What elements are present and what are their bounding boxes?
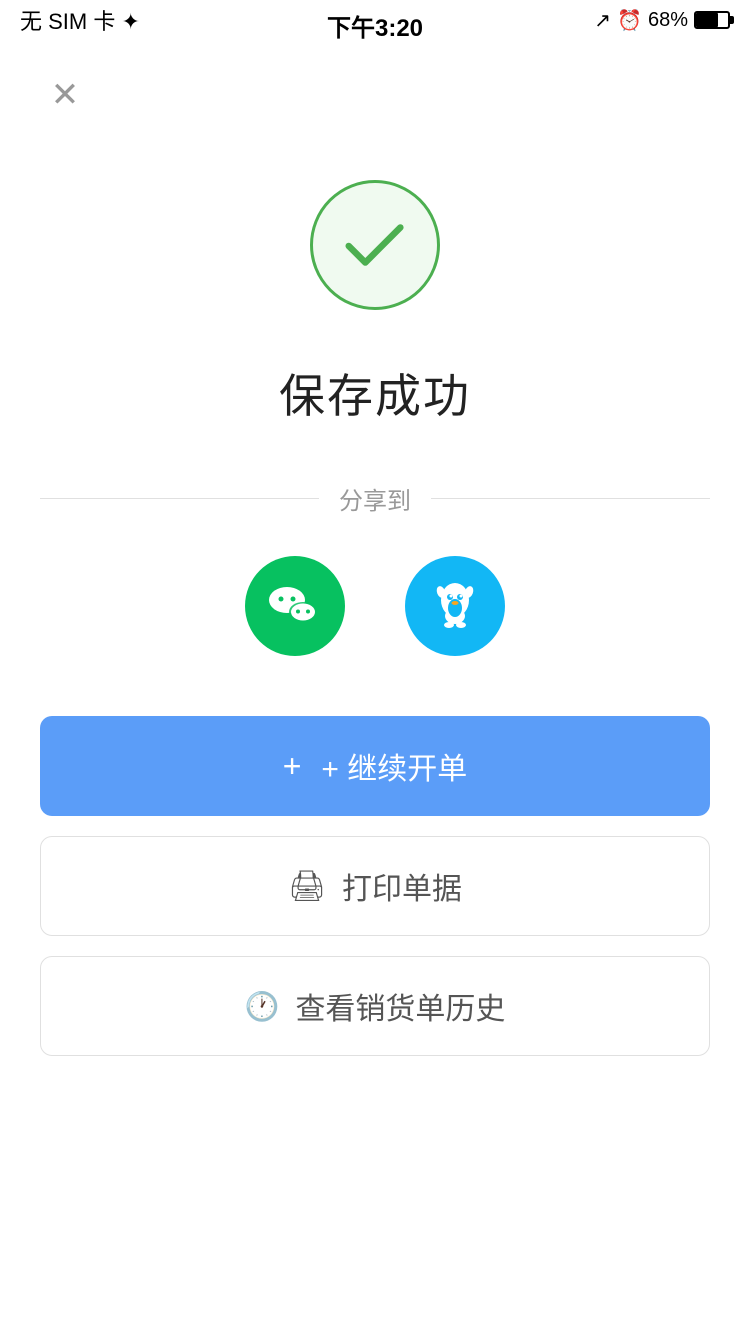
history-button[interactable]: 🕐 查看销货单历史 [40, 956, 710, 1056]
share-section: 分享到 [40, 481, 710, 656]
print-icon: 🖨 [288, 869, 326, 904]
close-area: ✕ [0, 40, 750, 120]
share-label: 分享到 [339, 481, 411, 516]
clock-icon: 🕐 [245, 990, 280, 1023]
divider-left [40, 498, 319, 499]
sim-status: 无 SIM 卡 ✦ [20, 4, 140, 36]
status-right: ↗ ⏰ 68% [594, 8, 730, 33]
location-icon: ↗ [594, 8, 611, 33]
battery-percent: 68% [648, 9, 688, 32]
main-content: 保存成功 分享到 [0, 120, 750, 1334]
share-icons-row [245, 556, 505, 656]
checkmark-icon [345, 215, 405, 275]
wechat-share-button[interactable] [245, 556, 345, 656]
plus-icon: + [283, 748, 302, 785]
close-button[interactable]: ✕ [40, 70, 90, 120]
history-label: 查看销货单历史 [295, 984, 505, 1028]
alarm-icon: ⏰ [617, 8, 642, 33]
close-icon: ✕ [51, 78, 80, 112]
success-title: 保存成功 [279, 360, 471, 426]
divider-right [431, 498, 710, 499]
print-button[interactable]: 🖨 打印单据 [40, 836, 710, 936]
status-bar: 无 SIM 卡 ✦ 下午3:20 ↗ ⏰ 68% [0, 0, 750, 40]
print-label: 打印单据 [342, 864, 462, 908]
qq-share-button[interactable] [405, 556, 505, 656]
battery-icon [694, 11, 730, 29]
actions-section: + + 继续开单 🖨 打印单据 🕐 查看销货单历史 [40, 716, 710, 1056]
qq-icon [427, 578, 483, 634]
share-divider: 分享到 [40, 481, 710, 516]
continue-label: + 继续开单 [321, 744, 467, 788]
wechat-icon [265, 576, 325, 636]
status-left: 无 SIM 卡 ✦ [20, 4, 140, 36]
continue-button[interactable]: + + 继续开单 [40, 716, 710, 816]
success-icon-circle [310, 180, 440, 310]
status-time: 下午3:20 [327, 8, 423, 43]
